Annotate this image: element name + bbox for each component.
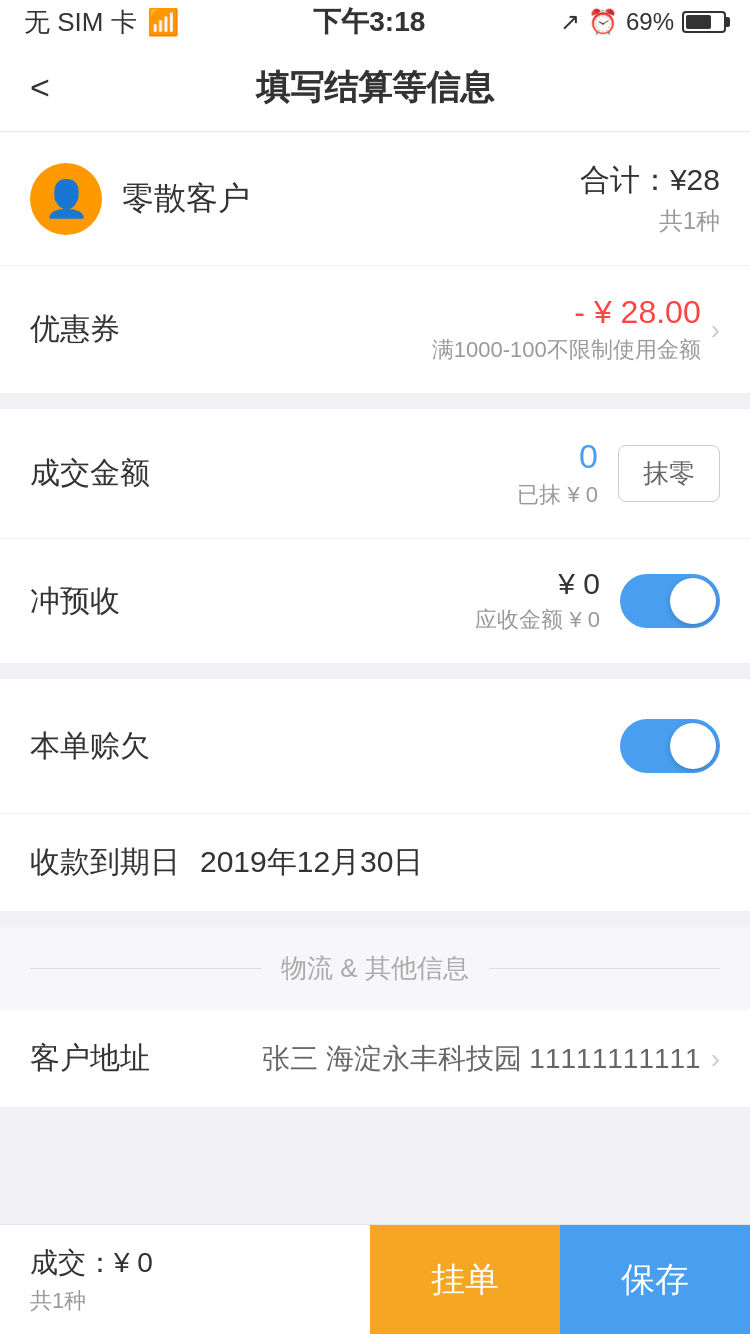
customer-name: 零散客户 <box>122 177 250 221</box>
bottom-deal: 成交：¥ 0 <box>30 1244 340 1282</box>
customer-section: 👤 零散客户 合计：¥28 共1种 优惠券 - ¥ 28.00 满1000-10… <box>0 132 750 393</box>
location-icon: ↗ <box>560 8 580 36</box>
carrier-label: 无 SIM 卡 <box>24 5 137 40</box>
status-right: ↗ ⏰ 69% <box>560 8 726 36</box>
alarm-icon: ⏰ <box>588 8 618 36</box>
address-section: 客户地址 张三 海淀永丰科技园 11111111111 › <box>0 1010 750 1107</box>
avatar: 👤 <box>30 163 102 235</box>
deal-section: 成交金额 0 已抹 ¥ 0 抹零 冲预收 ¥ 0 应收金额 ¥ 0 <box>0 409 750 663</box>
logistics-divider: 物流 & 其他信息 <box>0 927 750 1010</box>
amount-input-wrapper: 0 已抹 ¥ 0 <box>517 437 598 510</box>
debt-row: 本单赊欠 <box>0 679 750 813</box>
bottom-bar: 成交：¥ 0 共1种 挂单 保存 <box>0 1224 750 1334</box>
save-button[interactable]: 保存 <box>560 1225 750 1335</box>
main-content: 👤 零散客户 合计：¥28 共1种 优惠券 - ¥ 28.00 满1000-10… <box>0 132 750 1243</box>
nav-bar: < 填写结算等信息 <box>0 44 750 132</box>
round-button[interactable]: 抹零 <box>618 445 720 502</box>
wifi-icon: 📶 <box>147 7 179 38</box>
advance-right-wrapper: ¥ 0 应收金额 ¥ 0 <box>475 567 720 635</box>
bottom-count: 共1种 <box>30 1286 340 1316</box>
address-row[interactable]: 客户地址 张三 海淀永丰科技园 11111111111 › <box>0 1010 750 1107</box>
due-date-value[interactable]: 2019年12月30日 <box>200 842 423 883</box>
already-rounded-label: 已抹 ¥ 0 <box>517 480 598 510</box>
coupon-row[interactable]: 优惠券 - ¥ 28.00 满1000-100不限制使用金额 › <box>0 265 750 393</box>
debt-toggle[interactable] <box>620 719 720 773</box>
due-date-label: 收款到期日 <box>30 842 180 883</box>
back-button[interactable]: < <box>30 68 50 107</box>
address-value: 张三 海淀永丰科技园 11111111111 <box>170 1040 701 1078</box>
divider-line-right <box>489 968 720 969</box>
advance-label: 冲预收 <box>30 581 180 622</box>
deal-amount-right: 0 已抹 ¥ 0 抹零 <box>517 437 720 510</box>
advance-row: 冲预收 ¥ 0 应收金额 ¥ 0 <box>0 539 750 663</box>
toggle-thumb <box>670 578 716 624</box>
hold-button[interactable]: 挂单 <box>370 1225 560 1335</box>
total-count: 共1种 <box>580 205 720 237</box>
battery-percent: 69% <box>626 8 674 36</box>
debt-toggle-thumb <box>670 723 716 769</box>
status-time: 下午3:18 <box>313 3 425 41</box>
receivable-label: 应收金额 ¥ 0 <box>475 605 600 635</box>
coupon-amount: - ¥ 28.00 <box>432 294 701 331</box>
page-title: 填写结算等信息 <box>256 65 494 111</box>
customer-right: 合计：¥28 共1种 <box>580 160 720 237</box>
avatar-icon: 👤 <box>44 178 89 220</box>
advance-right: ¥ 0 应收金额 ¥ 0 <box>475 567 600 635</box>
debt-section: 本单赊欠 收款到期日 2019年12月30日 <box>0 679 750 911</box>
address-label: 客户地址 <box>30 1038 170 1079</box>
coupon-content: - ¥ 28.00 满1000-100不限制使用金额 <box>432 294 701 365</box>
deal-amount-value[interactable]: 0 <box>517 437 598 476</box>
debt-label: 本单赊欠 <box>30 726 150 767</box>
bottom-summary: 成交：¥ 0 共1种 <box>0 1244 370 1316</box>
coupon-description: 满1000-100不限制使用金额 <box>432 335 701 365</box>
battery-indicator <box>682 11 726 33</box>
status-bar: 无 SIM 卡 📶 下午3:18 ↗ ⏰ 69% <box>0 0 750 44</box>
advance-toggle[interactable] <box>620 574 720 628</box>
advance-amount: ¥ 0 <box>475 567 600 601</box>
customer-row: 👤 零散客户 合计：¥28 共1种 <box>0 132 750 265</box>
coupon-right: - ¥ 28.00 满1000-100不限制使用金额 › <box>432 294 720 365</box>
divider-line-left <box>30 968 261 969</box>
deal-amount-label: 成交金额 <box>30 453 180 494</box>
total-amount: 合计：¥28 <box>580 160 720 201</box>
bottom-deal-label: 成交： <box>30 1247 114 1278</box>
customer-left: 👤 零散客户 <box>30 163 250 235</box>
bottom-deal-amount: ¥ 0 <box>114 1247 153 1278</box>
battery-fill <box>686 15 711 29</box>
coupon-label: 优惠券 <box>30 309 120 350</box>
due-date-row: 收款到期日 2019年12月30日 <box>0 813 750 911</box>
chevron-right-icon: › <box>711 314 720 346</box>
address-chevron-icon: › <box>711 1043 720 1075</box>
logistics-label: 物流 & 其他信息 <box>281 951 469 986</box>
status-left: 无 SIM 卡 📶 <box>24 5 179 40</box>
deal-amount-row: 成交金额 0 已抹 ¥ 0 抹零 <box>0 409 750 539</box>
